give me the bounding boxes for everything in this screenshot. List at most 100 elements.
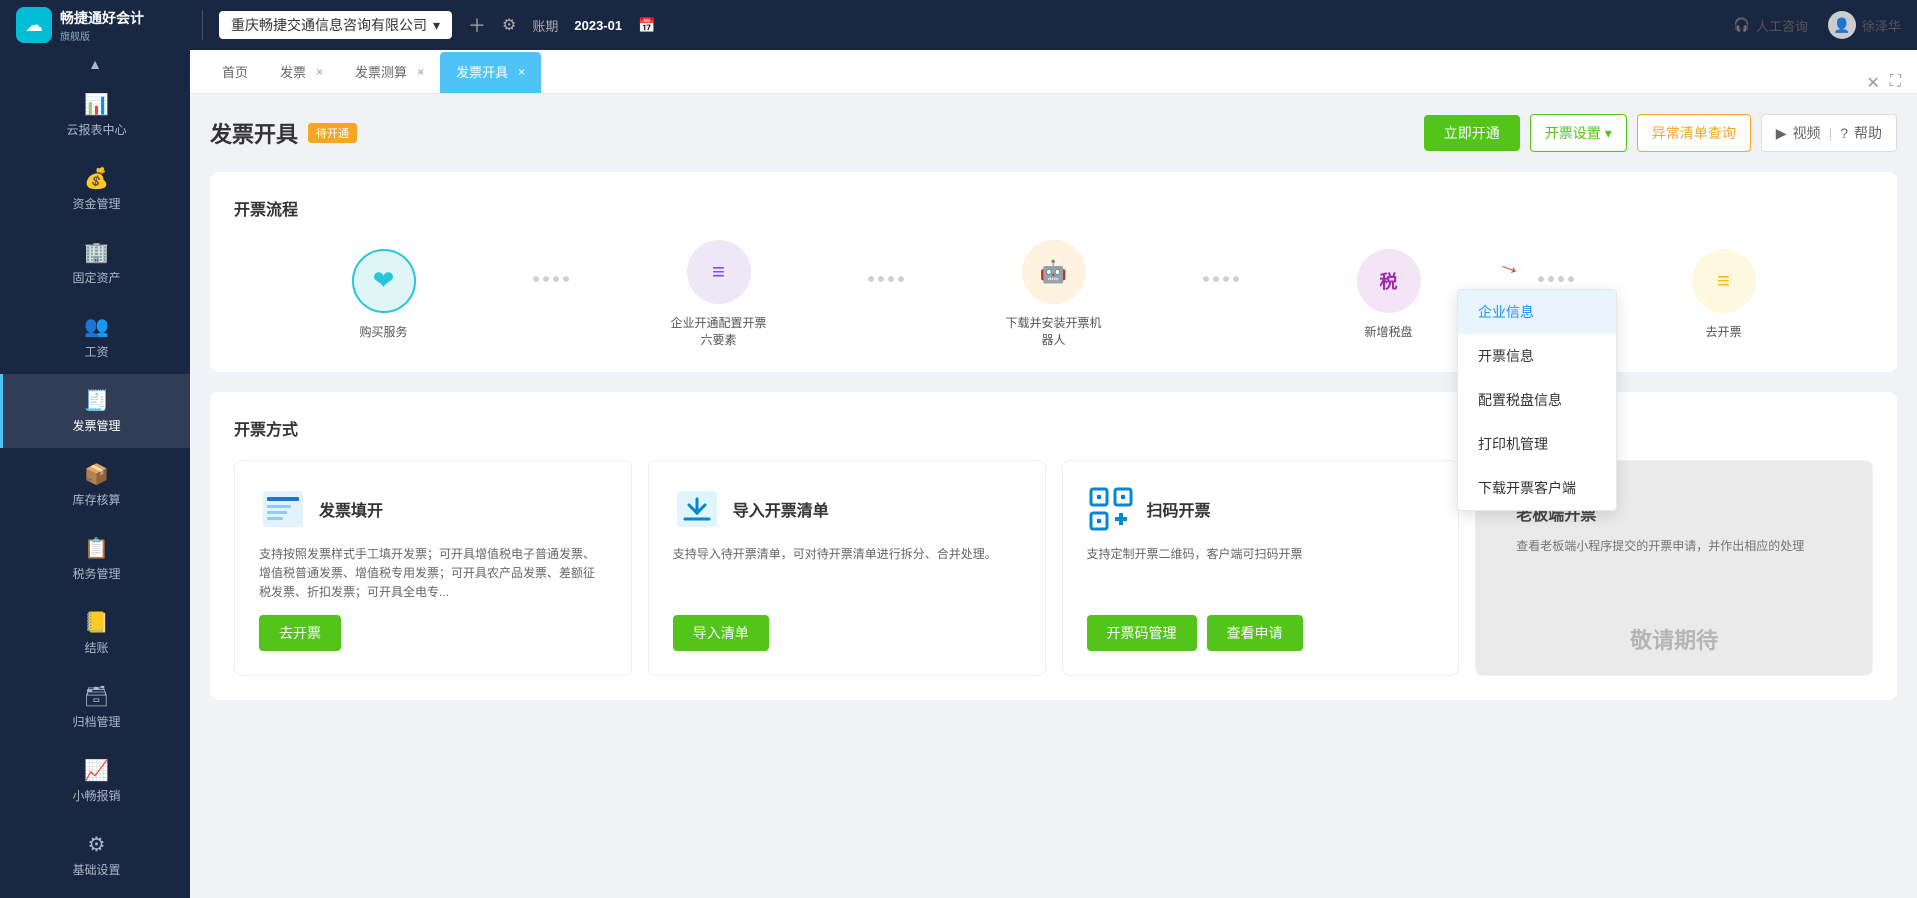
activate-button[interactable]: 立即开通 [1424, 115, 1520, 151]
separator: | [1829, 125, 1833, 141]
consult-btn[interactable]: 🎧 人工咨询 [1734, 16, 1808, 35]
settings-button[interactable]: 开票设置 ▾ [1530, 114, 1627, 152]
company-selector[interactable]: 重庆畅捷交通信息咨询有限公司 ▾ [219, 11, 452, 39]
import-invoice-desc: 支持导入待开票清单，可对待开票清单进行拆分、合并处理。 [673, 545, 1021, 603]
user-name: 徐泽华 [1862, 16, 1901, 35]
step5-label: 去开票 [1705, 323, 1741, 340]
archive-mgmt-icon: 🗃 [84, 684, 109, 709]
sidebar-item-label: 小畅报销 [72, 787, 120, 804]
period-value: 2023-01 [574, 18, 622, 33]
sidebar-item-label: 归档管理 [72, 713, 120, 730]
cloud-report-icon: 📊 [84, 92, 109, 117]
tab-invoice[interactable]: 发票 × [264, 52, 339, 93]
fill-invoice-desc: 支持按照发票样式手工填开发票；可开具增值税电子普通发票、增值税普通发票、增值税专… [259, 545, 607, 603]
sidebar-scroll-up[interactable]: ▲ [0, 50, 190, 78]
method-card-fill-invoice: 发票填开 支持按照发票样式手工填开发票；可开具增值税电子普通发票、增值税普通发票… [234, 460, 632, 676]
tab-invoice-test[interactable]: 发票测算 × [339, 52, 440, 93]
step-connector-2 [868, 276, 904, 282]
import-invoice-btn[interactable]: 导入清单 [673, 615, 769, 651]
sidebar: ▲ 📊 云报表中心 💰 资金管理 🏢 固定资产 👥 工资 🧾 发票管理 [0, 50, 190, 898]
sidebar-item-tax-mgmt[interactable]: 📋 税务管理 [0, 522, 190, 596]
dropdown-item-company-info[interactable]: 企业信息 [1458, 290, 1616, 334]
logo-text-area: 畅捷通好会计 旗舰版 [60, 8, 144, 43]
fill-invoice-icon [259, 485, 307, 533]
dot14 [1548, 276, 1554, 282]
step1-label: 购买服务 [359, 323, 407, 340]
sidebar-item-new-guide[interactable]: ▶ 新手引导 [0, 892, 190, 898]
tax-mgmt-icon: 📋 [84, 536, 109, 561]
dropdown-item-printer-mgmt[interactable]: 打印机管理 [1458, 422, 1616, 466]
dot11 [1223, 276, 1229, 282]
dropdown-item-download-client[interactable]: 下载开票客户端 [1458, 466, 1616, 510]
maximize-window-icon[interactable]: ⛶ [1890, 73, 1901, 93]
fixed-assets-icon: 🏢 [84, 240, 109, 265]
dropdown-item-tax-disk-config[interactable]: 配置税盘信息 [1458, 378, 1616, 422]
sidebar-item-payroll[interactable]: 👥 工资 [0, 300, 190, 374]
page-header: 发票开具 待开通 立即开通 开票设置 ▾ 异常清单查询 ▶ 视频 [210, 114, 1897, 152]
header-actions: 立即开通 开票设置 ▾ 异常清单查询 ▶ 视频 | ? 帮助 [1424, 114, 1897, 152]
play-icon: ▶ [1776, 125, 1787, 142]
status-badge: 待开通 [308, 123, 357, 143]
sidebar-item-label: 资金管理 [72, 195, 120, 212]
sidebar-item-fund-mgmt[interactable]: 💰 资金管理 [0, 152, 190, 226]
tab-home[interactable]: 首页 [206, 52, 264, 93]
top-right: 🎧 人工咨询 👤 徐泽华 [1734, 11, 1901, 39]
consult-label: 人工咨询 [1756, 16, 1808, 35]
dot10 [1213, 276, 1219, 282]
sidebar-item-mini-report[interactable]: 📈 小畅报销 [0, 744, 190, 818]
step3-label: 下载并安装开票机器人 [1004, 314, 1104, 348]
step-connector-4 [1538, 276, 1574, 282]
step2-icon: ≡ [687, 240, 751, 304]
sidebar-item-archive-mgmt[interactable]: 🗃 归档管理 [0, 670, 190, 744]
import-invoice-icon [673, 485, 721, 533]
main-content: 发票开具 待开通 立即开通 开票设置 ▾ 异常清单查询 ▶ 视频 [190, 94, 1917, 898]
sidebar-item-label: 云报表中心 [66, 121, 126, 138]
period-label: 账期 [532, 16, 558, 35]
tab-invoice-issue-label: 发票开具 [456, 62, 508, 81]
basic-settings-icon: ⚙ [88, 832, 106, 857]
logo-area: ☁ 畅捷通好会计 旗舰版 [16, 7, 186, 43]
divider [202, 10, 203, 40]
fill-invoice-title: 发票填开 [319, 497, 383, 521]
app-root: ☁ 畅捷通好会计 旗舰版 重庆畅捷交通信息咨询有限公司 ▾ ＋ ⚙ 账期 202… [0, 0, 1917, 898]
fill-invoice-btn[interactable]: 去开票 [259, 615, 341, 651]
tab-invoice-test-close[interactable]: × [417, 65, 424, 79]
tab-window-controls: ✕ ⛶ [1866, 73, 1901, 93]
sidebar-item-fixed-assets[interactable]: 🏢 固定资产 [0, 226, 190, 300]
video-button[interactable]: ▶ 视频 | ? 帮助 [1761, 114, 1897, 152]
flow-step-1: ❤ 购买服务 [234, 249, 533, 340]
logo-sub: 旗舰版 [60, 28, 144, 43]
tab-invoice-close[interactable]: × [316, 65, 323, 79]
mini-report-icon: 📈 [84, 758, 109, 783]
settings-icon[interactable]: ⚙ [502, 15, 516, 35]
calendar-icon[interactable]: 📅 [638, 17, 655, 34]
scan-invoice-btn1[interactable]: 开票码管理 [1087, 615, 1197, 651]
dot2 [543, 276, 549, 282]
flow-step-3: 🤖 下载并安装开票机器人 [904, 240, 1203, 348]
close-window-icon[interactable]: ✕ [1866, 73, 1879, 93]
dropdown-item-invoice-info[interactable]: 开票信息 [1458, 334, 1616, 378]
invoice-mgmt-icon: 🧾 [84, 388, 109, 413]
abnormal-button[interactable]: 异常清单查询 [1637, 114, 1751, 152]
sidebar-item-label: 结账 [84, 639, 108, 656]
user-area[interactable]: 👤 徐泽华 [1828, 11, 1901, 39]
scan-invoice-btn2[interactable]: 查看申请 [1207, 615, 1303, 651]
company-dropdown-arrow: ▾ [433, 17, 440, 34]
logo-icon: ☁ [16, 7, 52, 43]
content-area: 首页 发票 × 发票测算 × 发票开具 × ✕ ⛶ [190, 50, 1917, 898]
boss-invoice-overlay: 敬请期待 [1476, 623, 1872, 655]
method-card-fill-invoice-header: 发票填开 [259, 485, 607, 533]
add-button[interactable]: ＋ [468, 12, 486, 38]
sidebar-item-basic-settings[interactable]: ⚙ 基础设置 [0, 818, 190, 892]
sidebar-item-cloud-report[interactable]: 📊 云报表中心 [0, 78, 190, 152]
flow-step-2: ≡ 企业开通配置开票六要素 [569, 240, 868, 348]
sidebar-item-invoice-mgmt[interactable]: 🧾 发票管理 [0, 374, 190, 448]
flow-section-title: 开票流程 [234, 196, 1873, 220]
sidebar-item-checkout[interactable]: 📒 结账 [0, 596, 190, 670]
tab-invoice-issue-close[interactable]: × [518, 65, 525, 79]
tab-invoice-issue[interactable]: 发票开具 × [440, 52, 541, 93]
step4-icon: 税 [1357, 249, 1421, 313]
method-section: 开票方式 发票填开 支持按照发票样式手工填开发票；可开具增值税电子普通发票、增值… [210, 392, 1897, 700]
scan-invoice-desc: 支持定制开票二维码，客户端可扫码开票 [1087, 545, 1435, 603]
sidebar-item-inventory[interactable]: 📦 库存核算 [0, 448, 190, 522]
